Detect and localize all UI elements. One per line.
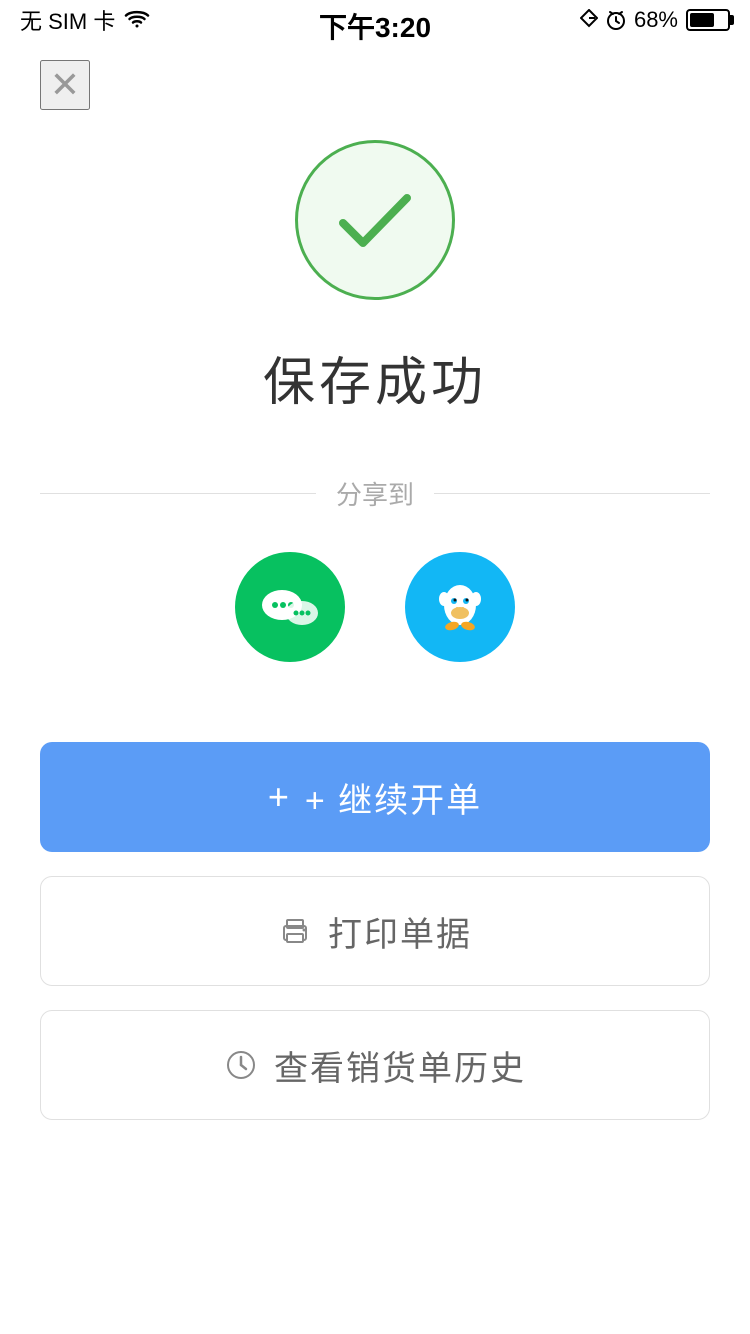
- history-icon: [224, 1048, 258, 1082]
- success-icon: [295, 140, 455, 300]
- status-right: 68%: [580, 7, 730, 33]
- close-button[interactable]: ✕: [40, 60, 90, 110]
- close-icon: ✕: [50, 67, 80, 103]
- continue-button[interactable]: + + 继续开单: [40, 742, 710, 852]
- action-buttons: + + 继续开单 打印单据 查看销货单历史: [40, 742, 710, 1120]
- sim-text: 无 SIM 卡: [20, 4, 115, 36]
- location-icon: [580, 9, 598, 31]
- continue-label: + 继续开单: [305, 773, 482, 822]
- status-left: 无 SIM 卡: [20, 4, 151, 36]
- print-button[interactable]: 打印单据: [40, 876, 710, 986]
- continue-icon: +: [268, 776, 289, 818]
- print-icon: [278, 914, 312, 948]
- share-divider: 分享到: [40, 475, 710, 512]
- status-bar: 无 SIM 卡 下午3:20 68%: [0, 0, 750, 40]
- alarm-icon: [606, 9, 626, 31]
- print-label: 打印单据: [328, 907, 472, 956]
- divider-left: [40, 493, 316, 494]
- history-label: 查看销货单历史: [274, 1041, 526, 1090]
- wechat-icon: [258, 575, 323, 640]
- main-content: ✕ 保存成功 分享到: [0, 40, 750, 1334]
- success-title: 保存成功: [263, 340, 487, 415]
- battery-icon: [686, 9, 730, 31]
- history-button[interactable]: 查看销货单历史: [40, 1010, 710, 1120]
- divider-right: [434, 493, 710, 494]
- qq-icon: [430, 577, 490, 637]
- checkmark-icon: [335, 188, 415, 253]
- share-icons-row: [235, 552, 515, 662]
- wechat-share-button[interactable]: [235, 552, 345, 662]
- wifi-icon: [123, 9, 151, 31]
- qq-share-button[interactable]: [405, 552, 515, 662]
- share-label: 分享到: [336, 475, 414, 512]
- battery-text: 68%: [634, 7, 678, 33]
